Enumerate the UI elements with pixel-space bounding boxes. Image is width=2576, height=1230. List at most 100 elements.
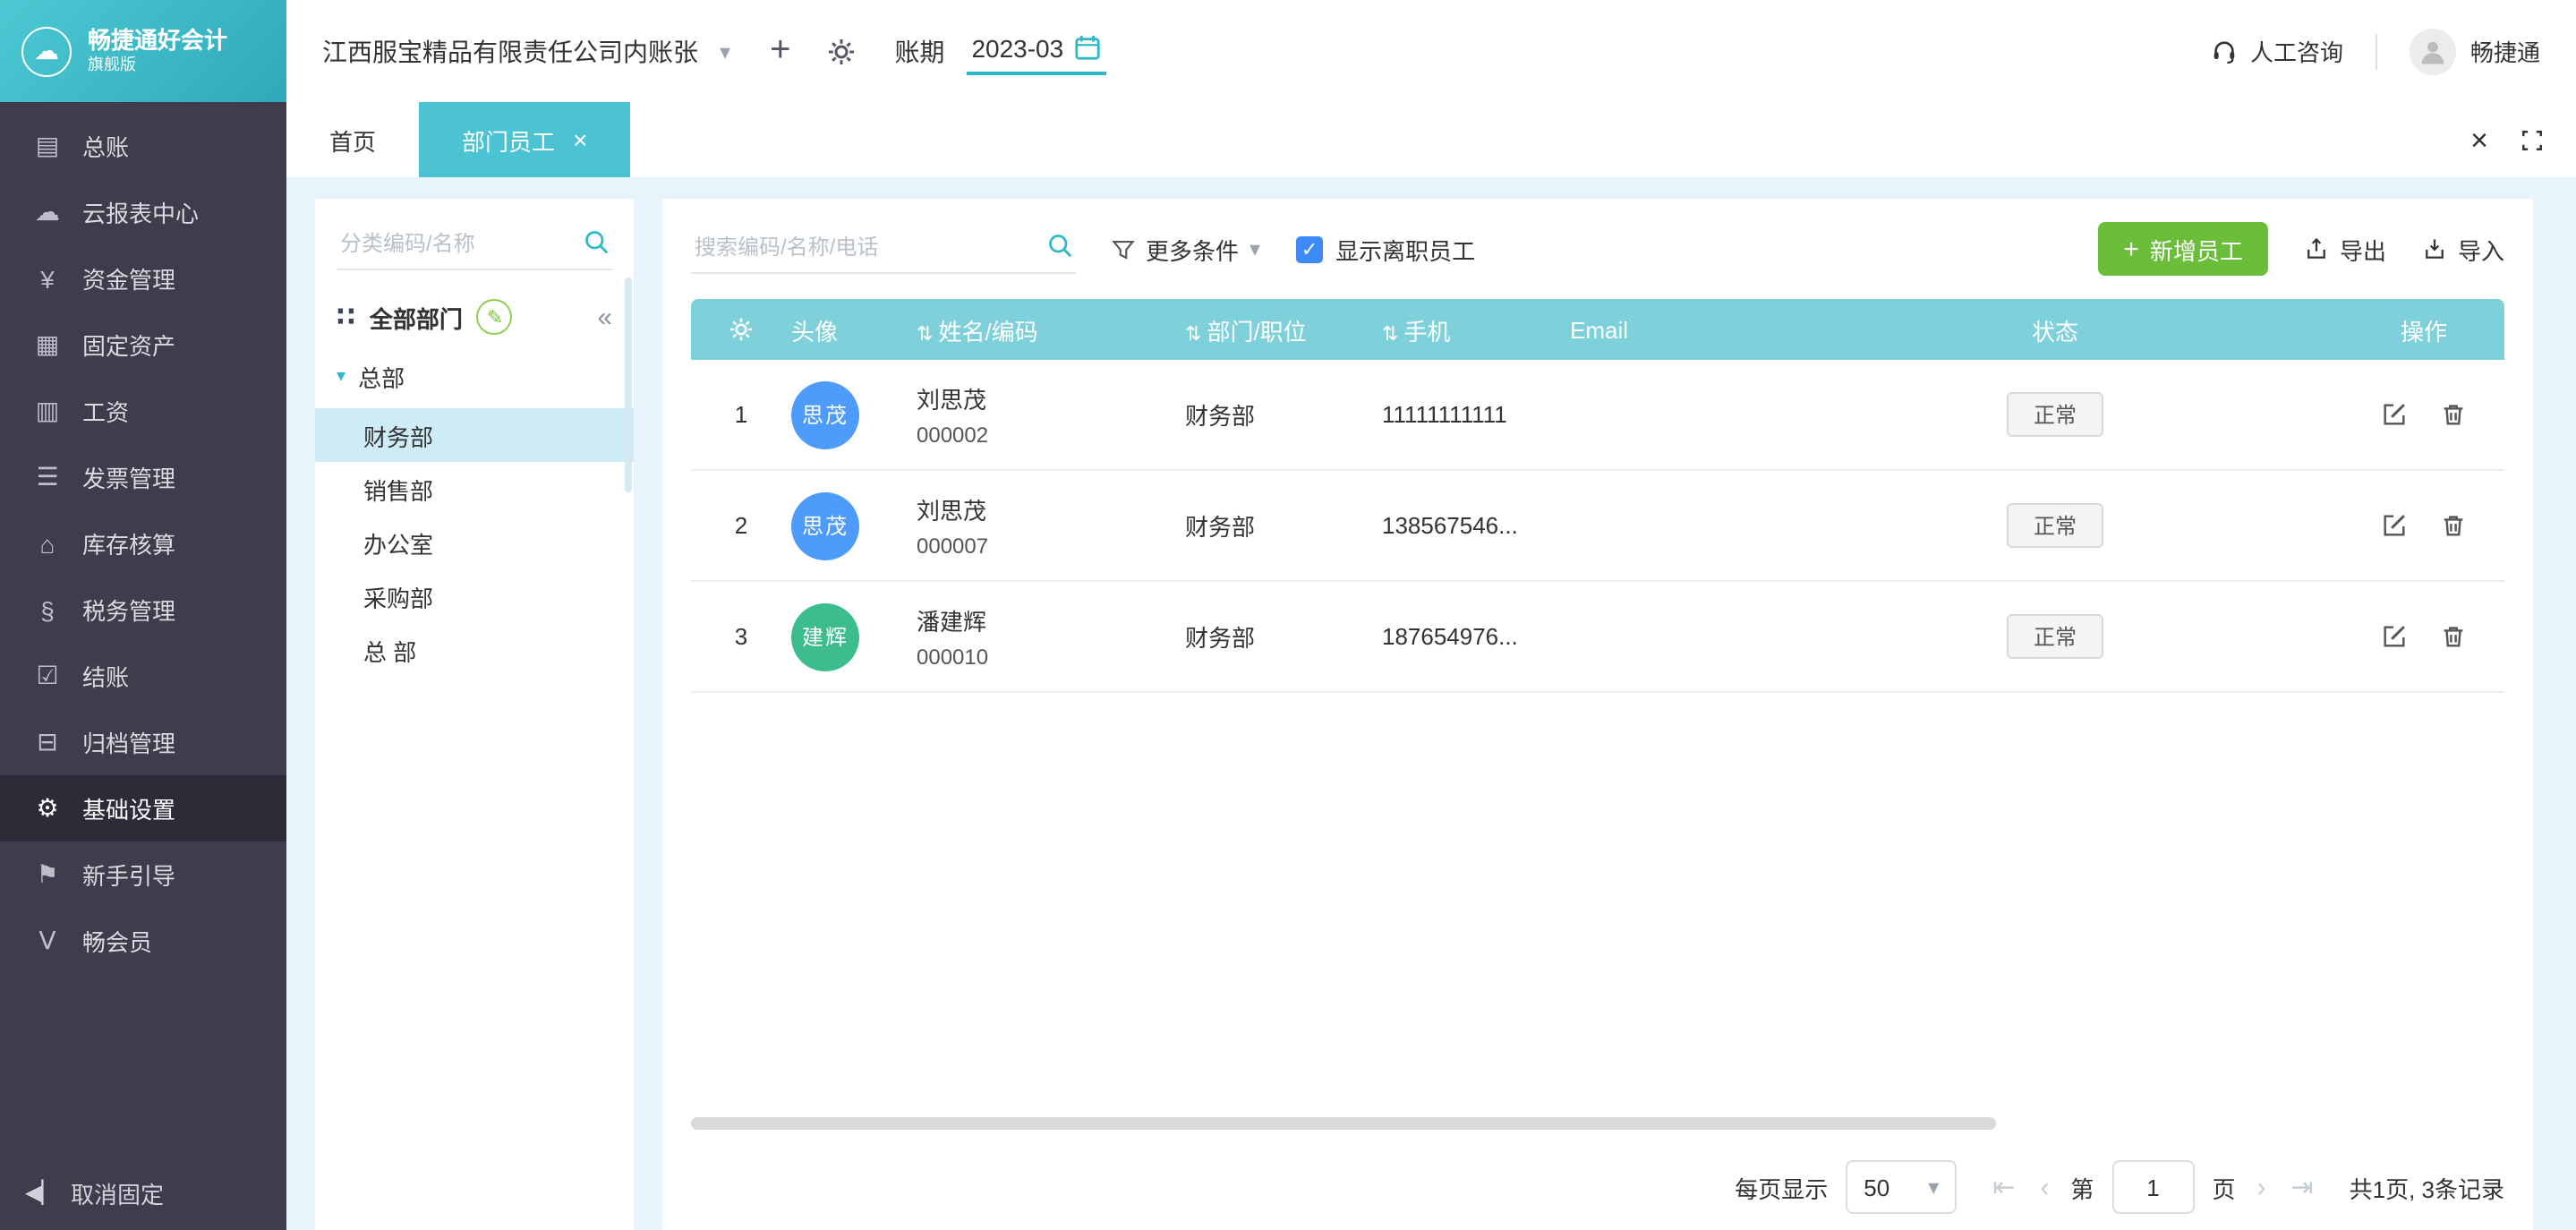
username: 畅捷通 — [2469, 39, 2540, 66]
avatar: 建辉 — [791, 602, 859, 671]
employee-phone: 187654976... — [1382, 623, 1518, 650]
table-row[interactable]: 1 思茂 刘思茂 000002 财务部 11111111111 正常 — [691, 360, 2504, 471]
employee-name: 潘建辉 — [917, 609, 987, 636]
chevron-down-icon[interactable]: ▾ — [720, 38, 730, 64]
column-settings-gear-icon[interactable] — [691, 317, 791, 342]
more-conditions-button[interactable]: 更多条件 ▾ — [1112, 232, 1260, 266]
sidebar-item-funds[interactable]: ¥ 资金管理 — [0, 245, 286, 312]
header-name-code[interactable]: ⇅ 姓名/编码 — [917, 312, 1185, 346]
tree-item-label: 销售部 — [363, 477, 434, 504]
triangle-down-icon[interactable]: ▾ — [337, 367, 345, 387]
all-departments-label[interactable]: 全部部门 — [370, 300, 463, 334]
sidebar-item-member[interactable]: Ⅴ 畅会员 — [0, 908, 286, 974]
delete-button[interactable] — [2440, 512, 2467, 539]
import-icon — [2422, 236, 2447, 261]
fullscreen-icon[interactable] — [2521, 128, 2544, 151]
page-number-input[interactable] — [2111, 1160, 2195, 1214]
table-row[interactable]: 3 建辉 潘建辉 000010 财务部 187654976... 正常 — [691, 582, 2504, 693]
sidebar-item-tax[interactable]: § 税务管理 — [0, 577, 286, 643]
sort-icon[interactable]: ⇅ — [1382, 323, 1398, 345]
edit-button[interactable] — [2381, 401, 2408, 428]
per-page-select[interactable]: 50 ▾ — [1846, 1160, 1958, 1214]
tree-item-label: 办公室 — [363, 531, 434, 558]
add-account-button[interactable]: + — [770, 30, 790, 72]
prev-page-button[interactable]: ‹ — [2036, 1172, 2052, 1202]
sidebar-item-label: 归档管理 — [82, 730, 176, 757]
pin-icon: ◀▏ — [25, 1180, 58, 1205]
sidebar-item-archive[interactable]: ⊟ 归档管理 — [0, 709, 286, 775]
checkbox-checked[interactable]: ✓ — [1296, 235, 1324, 262]
horizontal-scrollbar[interactable] — [691, 1117, 1997, 1130]
close-all-tabs-icon[interactable]: × — [2470, 124, 2488, 155]
sidebar-item-cloud-reports[interactable]: ☁ 云报表中心 — [0, 179, 286, 245]
sidebar-item-beginner-guide[interactable]: ⚑ 新手引导 — [0, 841, 286, 908]
edit-button[interactable] — [2381, 512, 2408, 539]
sort-icon[interactable]: ⇅ — [917, 323, 933, 345]
sidebar-item-inventory[interactable]: ⌂ 库存核算 — [0, 510, 286, 577]
tree-item-office[interactable]: 办公室 — [315, 516, 634, 569]
tree-item-finance[interactable]: 财务部 — [315, 408, 634, 462]
import-button[interactable]: 导入 — [2422, 232, 2504, 266]
tree-item-headquarters[interactable]: 总 部 — [315, 623, 634, 677]
sidebar-item-invoice[interactable]: ☰ 发票管理 — [0, 444, 286, 510]
tree-item-sales[interactable]: 销售部 — [315, 462, 634, 516]
period-picker[interactable]: 2023-03 — [966, 28, 1107, 74]
invoice-icon: ☰ — [36, 462, 59, 491]
pagination: 每页显示 50 ▾ ⇤ ‹ 第 页 › ⇥ 共1页, 3条记录 — [691, 1144, 2504, 1230]
page-prefix: 第 — [2070, 1175, 2094, 1202]
header-operations: 操作 — [2400, 318, 2447, 345]
support-button[interactable]: 人工咨询 — [2211, 34, 2343, 68]
tab-department-employees[interactable]: 部门员工 × — [419, 102, 631, 177]
status-badge: 正常 — [2006, 614, 2103, 659]
cloud-report-icon: ☁ — [35, 197, 60, 226]
company-selector[interactable]: 江西服宝精品有限责任公司内账张 — [322, 33, 698, 69]
avatar: 思茂 — [791, 491, 859, 559]
tree-item-purchasing[interactable]: 采购部 — [315, 569, 634, 623]
sidebar-item-closing[interactable]: ☑ 结账 — [0, 643, 286, 709]
tab-close-icon[interactable]: × — [573, 127, 587, 152]
import-label: 导入 — [2457, 237, 2504, 264]
employee-dept: 财务部 — [1185, 403, 1256, 430]
topbar: 江西服宝精品有限责任公司内账张 ▾ + 账期 2023-03 人工咨询 畅捷通 — [286, 0, 2576, 102]
sort-icon[interactable]: ⇅ — [1185, 323, 1201, 345]
employee-phone: 11111111111 — [1382, 401, 1507, 428]
first-page-button[interactable]: ⇤ — [1989, 1171, 2018, 1203]
chevron-down-icon: ▾ — [1250, 236, 1261, 261]
edit-button[interactable] — [2381, 623, 2408, 650]
table-header: 头像 ⇅ 姓名/编码 ⇅ 部门/职位 ⇅ 手机 Email 状态 操作 — [691, 299, 2504, 360]
department-search-input[interactable] — [337, 220, 612, 270]
account-settings-gear-icon[interactable] — [826, 37, 855, 65]
tab-home[interactable]: 首页 — [286, 102, 419, 177]
edit-departments-button[interactable]: ✎ — [476, 299, 513, 335]
sidebar-item-settings[interactable]: ⚙ 基础设置 — [0, 775, 286, 841]
pencil-icon: ✎ — [486, 307, 504, 329]
sidebar-item-general-ledger[interactable]: ▤ 总账 — [0, 113, 286, 179]
table-row[interactable]: 2 思茂 刘思茂 000007 财务部 138567546... 正常 — [691, 471, 2504, 582]
delete-button[interactable] — [2440, 623, 2467, 650]
delete-button[interactable] — [2440, 401, 2467, 428]
sidebar-item-label: 税务管理 — [82, 598, 176, 625]
unpin-sidebar-button[interactable]: ◀▏ 取消固定 — [0, 1155, 286, 1230]
employee-code: 000002 — [917, 423, 989, 448]
tree-node-root[interactable]: ▾ 总部 — [337, 360, 612, 394]
header-phone[interactable]: ⇅ 手机 — [1382, 312, 1570, 346]
tax-icon: § — [40, 595, 55, 624]
sidebar-item-fixed-assets[interactable]: ▦ 固定资产 — [0, 312, 286, 378]
last-page-button[interactable]: ⇥ — [2287, 1171, 2316, 1203]
show-resigned-label: 显示离职员工 — [1335, 237, 1476, 264]
collapse-panel-icon[interactable]: « — [597, 302, 612, 332]
calendar-icon — [1074, 34, 1101, 61]
sidebar-item-salary[interactable]: ▥ 工资 — [0, 378, 286, 444]
logo-cloud-icon: ☁ — [21, 26, 72, 76]
add-employee-label: 新增员工 — [2149, 237, 2243, 264]
search-icon[interactable] — [1047, 233, 1072, 258]
user-menu[interactable]: 畅捷通 — [2409, 28, 2540, 74]
show-resigned-checkbox-group[interactable]: ✓ 显示离职员工 — [1296, 232, 1475, 266]
next-page-button[interactable]: › — [2253, 1172, 2269, 1202]
search-icon[interactable] — [584, 229, 609, 254]
export-button[interactable]: 导出 — [2304, 232, 2386, 266]
employee-search-input[interactable] — [691, 224, 1076, 274]
add-employee-button[interactable]: + 新增员工 — [2098, 222, 2268, 276]
header-dept-position[interactable]: ⇅ 部门/职位 — [1185, 312, 1382, 346]
dept-panel-scrollbar[interactable] — [625, 278, 632, 492]
